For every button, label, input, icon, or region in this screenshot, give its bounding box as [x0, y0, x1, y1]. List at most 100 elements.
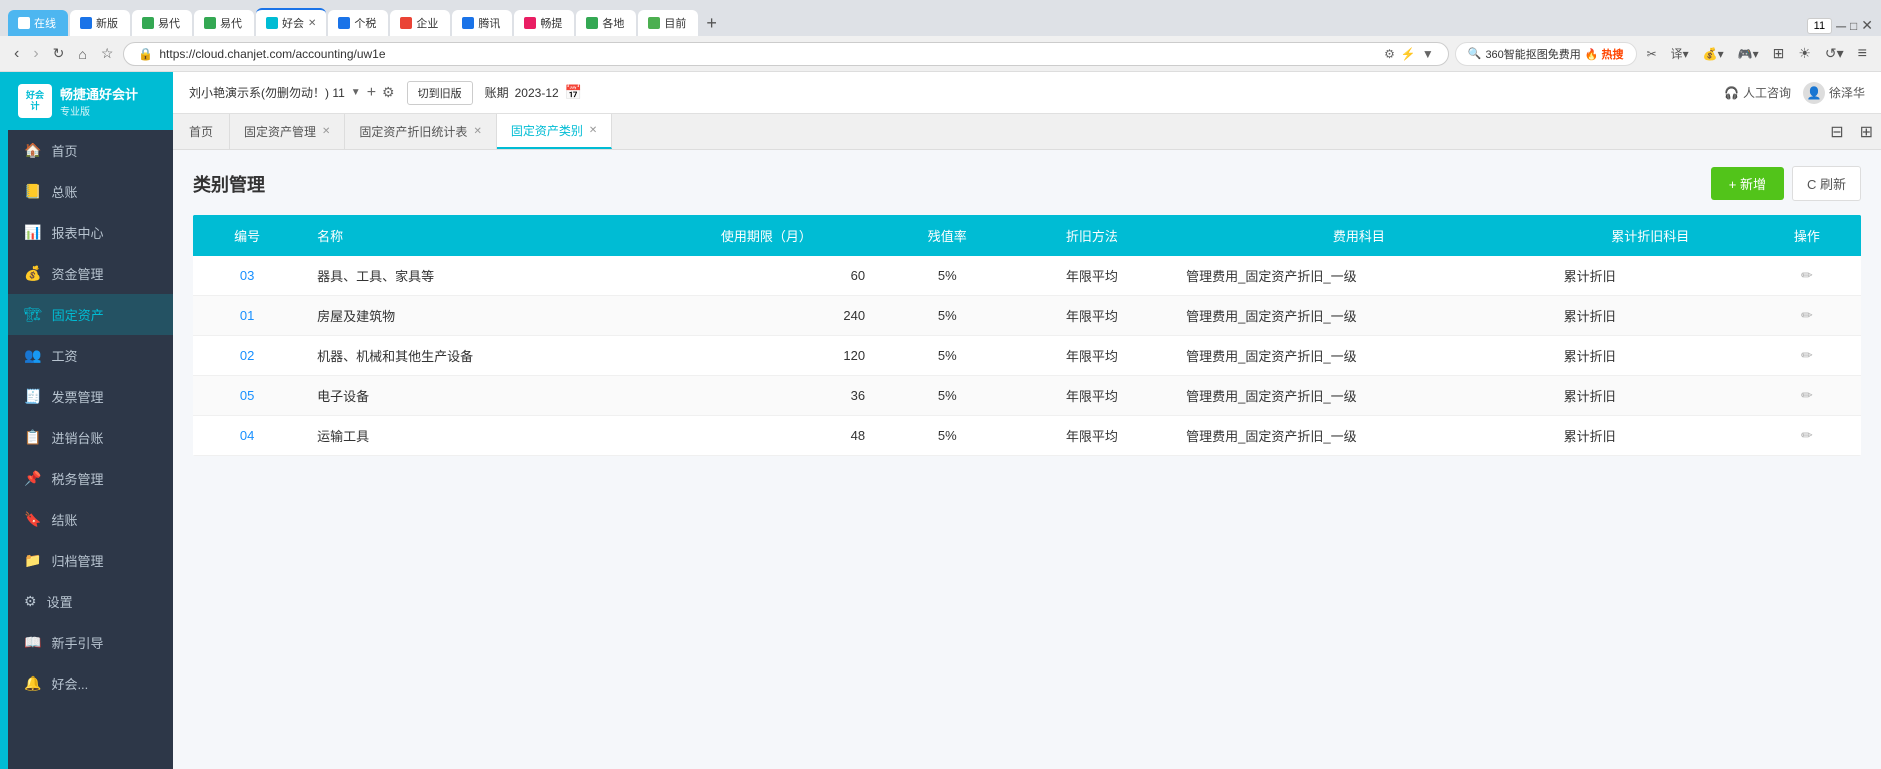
- brightness-button[interactable]: ☀: [1794, 45, 1815, 62]
- bookmark-star-icon[interactable]: ⚡: [1401, 47, 1416, 61]
- sidebar-item-label: 工资: [51, 346, 77, 365]
- reload-button[interactable]: ↻: [49, 45, 69, 62]
- menu-button[interactable]: ≡: [1854, 45, 1871, 63]
- close-tab-icon[interactable]: ✕: [589, 125, 597, 136]
- cell-cost-subject: 管理费用_固定资产折旧_一级: [1170, 296, 1548, 336]
- undo-button[interactable]: ↺▾: [1821, 45, 1848, 62]
- cell-name: 运输工具: [301, 416, 652, 456]
- edit-button[interactable]: ✏: [1795, 345, 1819, 366]
- edit-button[interactable]: ✏: [1795, 425, 1819, 446]
- browser-chrome: 在线 新版 易代 易代 好会 ✕ 个税 企业 腾讯 畅提 各地 目前 +: [0, 0, 1881, 36]
- sidebar-item-closing[interactable]: 🔖 结账: [8, 499, 173, 540]
- reports-icon: 📊: [24, 224, 41, 241]
- tab-home-label: 首页: [189, 123, 213, 140]
- maximize-button[interactable]: □: [1850, 19, 1857, 33]
- address-field[interactable]: 🔒 https://cloud.chanjet.com/accounting/u…: [123, 42, 1448, 66]
- settings-gear-icon[interactable]: ⚙: [382, 84, 395, 101]
- tab-label: 好会: [282, 15, 304, 31]
- search-text: 360智能抠图免费用: [1485, 46, 1580, 62]
- sidebar-item-ledger[interactable]: 📒 总账: [8, 171, 173, 212]
- edit-button[interactable]: ✏: [1795, 305, 1819, 326]
- tab-home[interactable]: 首页: [173, 114, 230, 149]
- sidebar-item-settings[interactable]: ⚙ 设置: [8, 581, 173, 622]
- cell-accum-subject: 累计折旧: [1548, 416, 1753, 456]
- calendar-icon[interactable]: 📅: [565, 84, 582, 101]
- sidebar-item-fixed-assets[interactable]: 🏗 固定资产: [8, 294, 173, 335]
- sidebar-item-funds[interactable]: 💰 资金管理: [8, 253, 173, 294]
- close-tab-icon[interactable]: ✕: [322, 126, 330, 137]
- sidebar-item-tax[interactable]: 📌 税务管理: [8, 458, 173, 499]
- cell-cost-subject: 管理费用_固定资产折旧_一级: [1170, 256, 1548, 296]
- expand-tabs-button[interactable]: ⊞: [1852, 122, 1881, 142]
- dropdown-icon[interactable]: ▼: [1422, 47, 1434, 61]
- col-cost-subject: 费用科目: [1170, 215, 1548, 256]
- sidebar-item-invoice[interactable]: 🧾 发票管理: [8, 376, 173, 417]
- sidebar-item-label: 固定资产: [52, 305, 104, 324]
- close-tab-icon[interactable]: ✕: [473, 126, 481, 137]
- sidebar-item-label: 首页: [51, 141, 77, 160]
- add-button[interactable]: + 新增: [1711, 167, 1784, 200]
- bookmark-button[interactable]: ☆: [97, 45, 118, 62]
- cell-method: 年限平均: [1014, 296, 1171, 336]
- user-avatar-area[interactable]: 👤 徐泽华: [1803, 82, 1865, 104]
- translate-button[interactable]: 译▾: [1667, 45, 1693, 62]
- tab-label: 企业: [416, 15, 438, 31]
- browser-tab-active[interactable]: 好会 ✕: [256, 8, 326, 36]
- minimize-button[interactable]: ─: [1836, 18, 1846, 34]
- tab-asset-category[interactable]: 固定资产类别 ✕: [497, 114, 612, 149]
- cell-period: 240: [652, 296, 881, 336]
- tab-count-badge: 11: [1807, 18, 1832, 34]
- sidebar-item-home[interactable]: 🏠 首页: [8, 130, 173, 171]
- browser-tab[interactable]: 企业: [390, 10, 450, 36]
- cut-button[interactable]: ✂: [1643, 47, 1661, 61]
- tab-depreciation-report[interactable]: 固定资产折旧统计表 ✕: [345, 114, 496, 149]
- sidebar-item-guide[interactable]: 📖 新手引导: [8, 622, 173, 663]
- edit-button[interactable]: ✏: [1795, 385, 1819, 406]
- sidebar-item-payroll[interactable]: 👥 工资: [8, 335, 173, 376]
- sidebar-item-more[interactable]: 🔔 好会...: [8, 663, 173, 704]
- refresh-button[interactable]: C 刷新: [1792, 166, 1861, 201]
- new-tab-button[interactable]: +: [700, 13, 723, 34]
- browser-tab[interactable]: 目前: [638, 10, 698, 36]
- cell-action: ✏: [1753, 296, 1861, 336]
- sidebar-item-reports[interactable]: 📊 报表中心: [8, 212, 173, 253]
- browser-tab[interactable]: 新版: [70, 10, 130, 36]
- support-area[interactable]: 🎧 人工咨询: [1724, 84, 1791, 101]
- edit-button[interactable]: ✏: [1795, 265, 1819, 286]
- browser-tab[interactable]: 个税: [328, 10, 388, 36]
- logo-icon: 好会计: [18, 84, 52, 118]
- tab-fixed-asset-mgmt[interactable]: 固定资产管理 ✕: [230, 114, 345, 149]
- sidebar-item-label: 资金管理: [51, 264, 103, 283]
- browser-tab[interactable]: 易代: [194, 10, 254, 36]
- address-bar: ‹ › ↻ ⌂ ☆ 🔒 https://cloud.chanjet.com/ac…: [0, 36, 1881, 72]
- switch-version-button[interactable]: 切到旧版: [407, 81, 473, 105]
- tab-fixed-asset-mgmt-label: 固定资产管理: [244, 123, 316, 140]
- forward-button[interactable]: ›: [29, 45, 42, 63]
- wallet-button[interactable]: 💰▾: [1699, 47, 1728, 61]
- tab-label: 腾讯: [478, 15, 500, 31]
- plus-icon[interactable]: +: [367, 84, 376, 102]
- sidebar-item-archive[interactable]: 📁 归档管理: [8, 540, 173, 581]
- collapse-tabs-button[interactable]: ⊟: [1822, 122, 1851, 142]
- back-button[interactable]: ‹: [10, 45, 23, 63]
- logo-text-area: 畅捷通好会计 专业版: [60, 84, 138, 118]
- browser-tab[interactable]: 腾讯: [452, 10, 512, 36]
- browser-tab[interactable]: 各地: [576, 10, 636, 36]
- browser-tab[interactable]: 易代: [132, 10, 192, 36]
- site-settings-icon[interactable]: ⚙: [1384, 47, 1395, 61]
- grid-button[interactable]: ⊞: [1769, 45, 1789, 62]
- game-button[interactable]: 🎮▾: [1734, 47, 1763, 61]
- sidebar-item-purchase-sales[interactable]: 📋 进销台账: [8, 417, 173, 458]
- tax-icon: 📌: [24, 470, 41, 487]
- col-name: 名称: [301, 215, 652, 256]
- close-button[interactable]: ✕: [1861, 17, 1873, 34]
- purchase-sales-icon: 📋: [24, 429, 41, 446]
- home-button[interactable]: ⌂: [74, 46, 90, 62]
- search-box[interactable]: 🔍 360智能抠图免费用 🔥 热搜: [1455, 42, 1637, 66]
- browser-tab[interactable]: 畅提: [514, 10, 574, 36]
- dropdown-arrow-icon[interactable]: ▼: [351, 87, 361, 98]
- period-value: 2023-12: [515, 86, 559, 100]
- tab-close-icon[interactable]: ✕: [308, 18, 316, 29]
- browser-tab[interactable]: 在线: [8, 10, 68, 36]
- cell-name: 机器、机械和其他生产设备: [301, 336, 652, 376]
